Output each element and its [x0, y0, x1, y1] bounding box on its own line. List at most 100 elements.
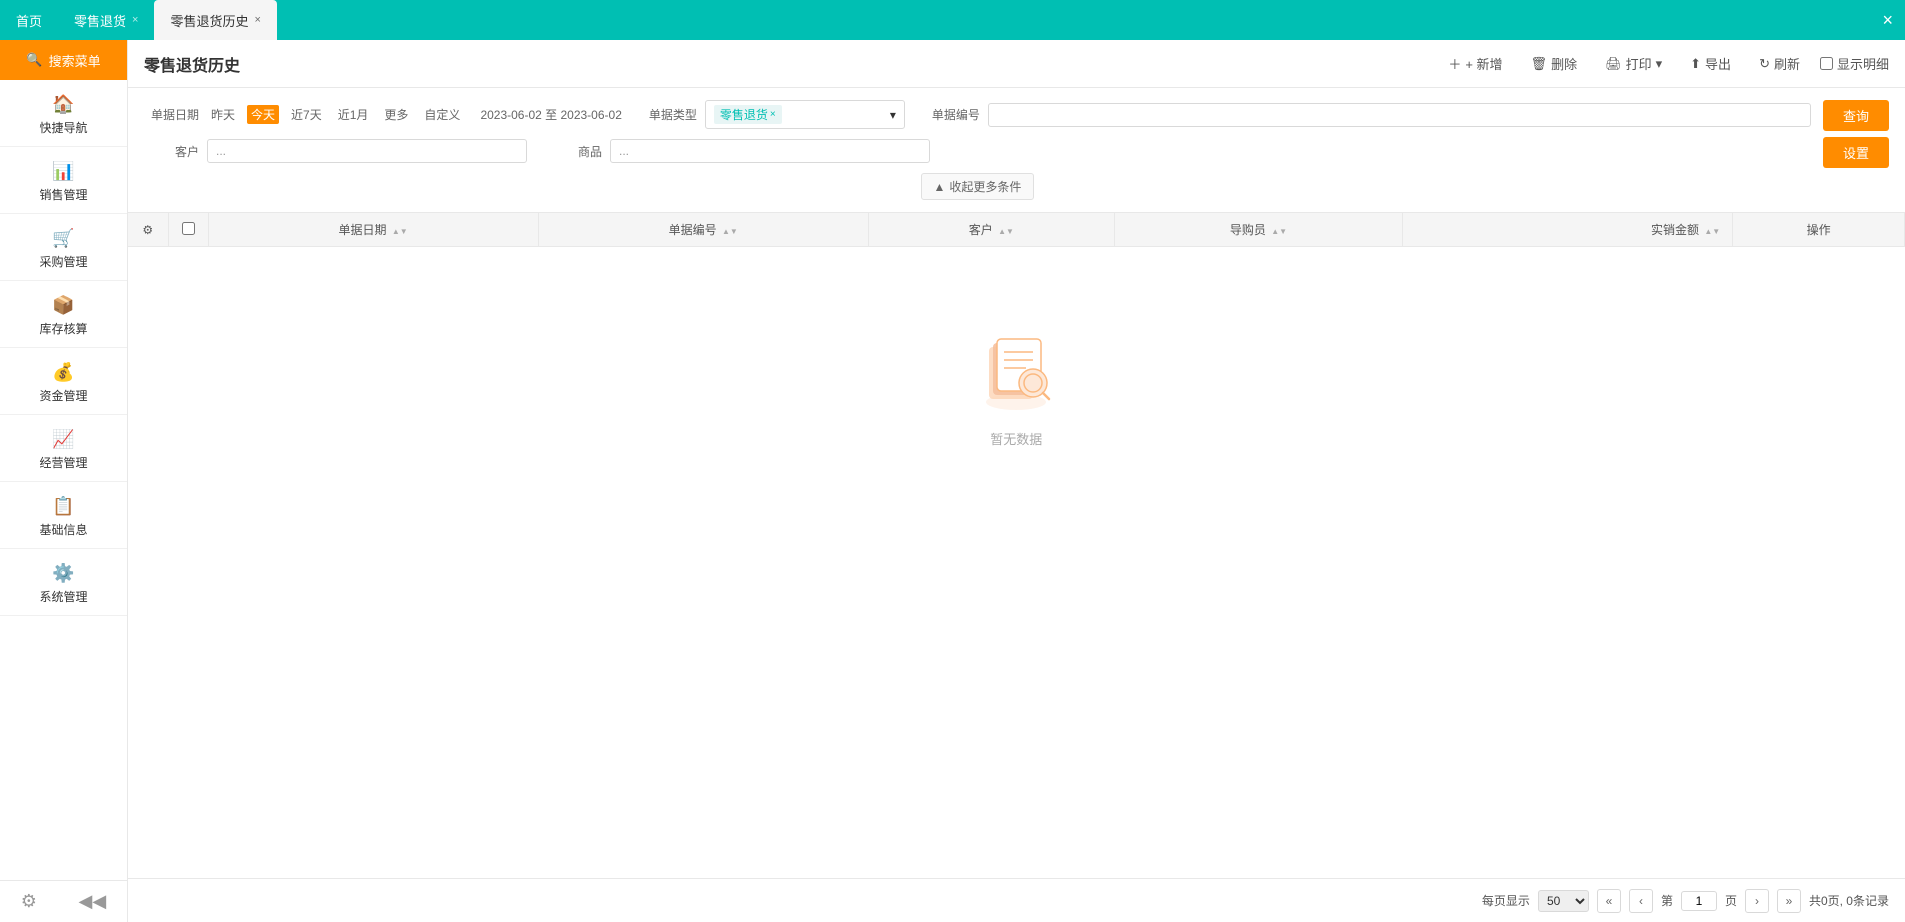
sidebar-item-system-label: 系统管理 — [39, 588, 87, 605]
per-page-select[interactable]: 50 10 20 100 — [1538, 890, 1589, 912]
query-button[interactable]: 查询 — [1823, 100, 1889, 131]
display-detail-checkbox[interactable] — [1820, 57, 1833, 70]
th-checkbox[interactable] — [168, 213, 208, 247]
date-opt-yesterday[interactable]: 昨天 — [207, 105, 239, 124]
system-icon: ⚙️ — [52, 563, 74, 584]
table-body: 暂无数据 — [128, 247, 1905, 489]
sidebar-item-quick-nav-label: 快捷导航 — [39, 119, 87, 136]
export-button[interactable]: ⬆ 导出 — [1682, 50, 1739, 77]
display-detail-check[interactable]: 显示明细 — [1820, 54, 1889, 73]
type-filter-field: 单据类型 零售退货 × ▾ — [642, 100, 905, 129]
print-label: 打印 — [1626, 54, 1652, 73]
th-number-label: 单据编号 — [669, 223, 717, 237]
sidebar-search[interactable]: 🔍 搜索菜单 — [0, 40, 127, 80]
th-guide-sort[interactable]: ▲▼ — [1271, 228, 1287, 236]
collapse-label: 收起更多条件 — [949, 178, 1021, 195]
export-icon: ⬆ — [1690, 56, 1701, 72]
select-all-checkbox[interactable] — [182, 222, 195, 235]
sidebar-item-quick-nav[interactable]: 🏠 快捷导航 — [0, 80, 127, 147]
date-filter-field: 单据日期 昨天 今天 近7天 近1月 更多 自定义 2023-06-02 至 2… — [144, 105, 622, 124]
sidebar-item-purchase[interactable]: 🛒 采购管理 — [0, 214, 127, 281]
th-customer-label: 客户 — [969, 223, 993, 237]
sidebar-item-inventory[interactable]: 📦 库存核算 — [0, 281, 127, 348]
tab-retail-return-close[interactable]: × — [132, 14, 138, 26]
th-settings[interactable]: ⚙ — [128, 213, 168, 247]
type-tag-value: 零售退货 — [720, 106, 768, 123]
sidebar-item-sales[interactable]: 📊 销售管理 — [0, 147, 127, 214]
table-header: ⚙ 单据日期 ▲▼ 单据编号 ▲▼ — [128, 213, 1905, 247]
collapse-button[interactable]: ▲ 收起更多条件 — [921, 173, 1035, 200]
filter-main: 单据日期 昨天 今天 近7天 近1月 更多 自定义 2023-06-02 至 2… — [144, 100, 1811, 200]
tab-retail-return-history[interactable]: 零售退货历史 × — [154, 0, 276, 40]
empty-state: 暂无数据 — [128, 247, 1905, 488]
th-number: 单据编号 ▲▼ — [538, 213, 868, 247]
th-number-sort[interactable]: ▲▼ — [722, 228, 738, 236]
th-date-sort[interactable]: ▲▼ — [392, 228, 408, 236]
filter-row-1: 单据日期 昨天 今天 近7天 近1月 更多 自定义 2023-06-02 至 2… — [144, 100, 1811, 129]
business-icon: 📈 — [52, 429, 74, 450]
print-button[interactable]: 🖨 打印 ▾ — [1597, 50, 1670, 77]
page-next-button[interactable]: › — [1745, 889, 1769, 913]
sidebar-item-finance-label: 资金管理 — [39, 387, 87, 404]
date-opt-more[interactable]: 更多 — [380, 105, 412, 124]
basic-info-icon: 📋 — [52, 496, 74, 517]
sidebar-item-system[interactable]: ⚙️ 系统管理 — [0, 549, 127, 616]
th-amount: 实销金额 ▲▼ — [1403, 213, 1733, 247]
sidebar-item-business[interactable]: 📈 经营管理 — [0, 415, 127, 482]
delete-button[interactable]: 🗑 删除 — [1523, 50, 1586, 77]
sidebar-item-finance[interactable]: 💰 资金管理 — [0, 348, 127, 415]
page-label: 第 — [1661, 892, 1673, 909]
date-opt-1month[interactable]: 近1月 — [334, 105, 373, 124]
date-filter-label: 单据日期 — [144, 106, 199, 123]
inventory-icon: 📦 — [52, 295, 74, 316]
refresh-button[interactable]: ↻ 刷新 — [1751, 50, 1808, 77]
content-area: 零售退货历史 ＋ + 新增 🗑 删除 🖨 打印 ▾ ⬆ 导出 — [128, 40, 1905, 922]
th-guide-label: 导购员 — [1230, 223, 1266, 237]
filter-settings-button[interactable]: 设置 — [1823, 137, 1889, 168]
tab-retail-return[interactable]: 零售退货 × — [58, 0, 154, 40]
page-header: 零售退货历史 ＋ + 新增 🗑 删除 🖨 打印 ▾ ⬆ 导出 — [128, 40, 1905, 88]
tab-home[interactable]: 首页 — [0, 0, 58, 40]
th-amount-sort[interactable]: ▲▼ — [1704, 228, 1720, 236]
top-tab-bar: 首页 零售退货 × 零售退货历史 × × — [0, 0, 1905, 40]
page-prev-button[interactable]: ‹ — [1629, 889, 1653, 913]
th-action: 操作 — [1733, 213, 1905, 247]
data-table: ⚙ 单据日期 ▲▼ 单据编号 ▲▼ — [128, 213, 1905, 488]
type-select[interactable]: 零售退货 × ▾ — [705, 100, 905, 129]
page-first-button[interactable]: « — [1597, 889, 1621, 913]
display-detail-label: 显示明细 — [1837, 54, 1889, 73]
date-options: 昨天 今天 近7天 近1月 更多 自定义 — [207, 105, 464, 124]
customer-filter-input[interactable]: ... — [207, 139, 527, 163]
page-last-button[interactable]: » — [1777, 889, 1801, 913]
page-number-input[interactable] — [1681, 891, 1717, 911]
th-guide: 导购员 ▲▼ — [1114, 213, 1402, 247]
delete-icon: 🗑 — [1531, 56, 1548, 72]
search-icon: 🔍 — [26, 52, 42, 68]
date-opt-today[interactable]: 今天 — [247, 105, 279, 124]
table-header-row: ⚙ 单据日期 ▲▼ 单据编号 ▲▼ — [128, 213, 1905, 247]
filter-area: 单据日期 昨天 今天 近7天 近1月 更多 自定义 2023-06-02 至 2… — [128, 88, 1905, 213]
num-filter-input[interactable] — [988, 103, 1811, 127]
sidebar-item-basic-info[interactable]: 📋 基础信息 — [0, 482, 127, 549]
new-label: + 新增 — [1465, 54, 1502, 73]
tab-retail-return-history-close[interactable]: × — [254, 14, 260, 26]
type-tag-close[interactable]: × — [770, 109, 776, 120]
main-layout: 🔍 搜索菜单 🏠 快捷导航 📊 销售管理 🛒 采购管理 📦 库存核算 💰 — [0, 40, 1905, 922]
date-opt-7days[interactable]: 近7天 — [287, 105, 326, 124]
th-customer-sort[interactable]: ▲▼ — [998, 228, 1014, 236]
settings-bottom-icon[interactable]: ⚙ — [21, 891, 37, 912]
th-action-label: 操作 — [1807, 223, 1831, 237]
collapse-up-icon: ▲ — [934, 180, 946, 194]
tab-retail-return-history-label: 零售退货历史 — [170, 11, 248, 30]
tab-list: 首页 零售退货 × 零售退货历史 × — [0, 0, 277, 40]
goods-filter-input[interactable]: ... — [610, 139, 930, 163]
th-customer: 客户 ▲▼ — [868, 213, 1114, 247]
empty-state-cell: 暂无数据 — [128, 247, 1905, 489]
date-opt-custom[interactable]: 自定义 — [420, 105, 464, 124]
window-close-button[interactable]: × — [1882, 10, 1893, 31]
goods-filter-label: 商品 — [547, 143, 602, 160]
date-range-value: 2023-06-02 至 2023-06-02 — [480, 106, 621, 123]
new-button[interactable]: ＋ + 新增 — [1440, 50, 1510, 77]
audio-bottom-icon[interactable]: ◀◀ — [79, 891, 107, 912]
empty-state-row: 暂无数据 — [128, 247, 1905, 489]
